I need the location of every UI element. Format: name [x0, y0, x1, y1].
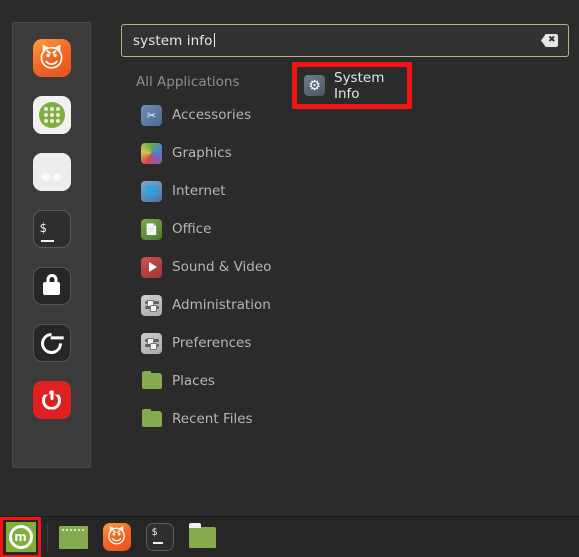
taskbar-item-files[interactable] — [181, 517, 224, 557]
all-applications-header: All Applications — [136, 74, 240, 90]
taskbar-separator — [47, 523, 48, 551]
gear-icon: ⚙ — [304, 75, 325, 96]
search-result-system-info[interactable]: ⚙ System Info — [299, 69, 405, 102]
category-item-administration[interactable]: Administration — [121, 286, 291, 324]
category-label: Internet — [172, 183, 226, 199]
category-label: Preferences — [172, 335, 252, 351]
taskbar-item-text-editor[interactable] — [52, 517, 95, 557]
category-label: Graphics — [172, 145, 232, 161]
category-list: All Applications ✂ Accessories Graphics … — [121, 68, 291, 438]
text-editor-icon — [59, 525, 88, 549]
logout-icon — [36, 328, 67, 358]
document-icon: 📄 — [141, 218, 162, 240]
search-result-label: System Info — [334, 69, 385, 102]
favorite-software-manager-button[interactable] — [32, 96, 71, 134]
favorite-power-button[interactable] — [32, 381, 71, 419]
category-label: Office — [172, 221, 212, 237]
sliders-icon — [141, 332, 162, 354]
category-item-preferences[interactable]: Preferences — [121, 324, 291, 362]
favorite-lock-button[interactable] — [32, 267, 71, 305]
category-item-graphics[interactable]: Graphics — [121, 134, 291, 172]
taskbar-item-terminal[interactable]: $ — [138, 517, 181, 557]
favorite-settings-button[interactable] — [32, 153, 71, 191]
lock-icon — [43, 274, 60, 295]
sliders-icon — [141, 294, 162, 316]
file-manager-icon — [189, 522, 216, 548]
firefox-icon: 😈 — [38, 43, 65, 73]
folder-icon — [141, 370, 162, 392]
category-item-accessories[interactable]: ✂ Accessories — [121, 96, 291, 134]
scissors-icon: ✂ — [141, 104, 162, 126]
desktop-screen: 😈 $ system info ✖ All Applications ✂ Acc… — [0, 0, 579, 557]
category-label: Sound & Video — [172, 259, 272, 275]
clear-search-icon[interactable]: ✖ — [541, 34, 558, 47]
search-input[interactable]: system info ✖ — [121, 24, 569, 57]
application-menu-window: 😈 $ system info ✖ All Applications ✂ Acc… — [0, 0, 579, 516]
category-label: Accessories — [172, 107, 252, 123]
folder-icon — [141, 408, 162, 430]
favorite-firefox-button[interactable]: 😈 — [32, 39, 71, 77]
category-item-sound-video[interactable]: Sound & Video — [121, 248, 291, 286]
category-item-internet[interactable]: 🌐 Internet — [121, 172, 291, 210]
category-item-recent-files[interactable]: Recent Files — [121, 400, 291, 438]
color-wheel-icon — [141, 142, 162, 164]
terminal-icon: $ — [39, 220, 47, 235]
taskbar: m 😈 $ — [0, 516, 579, 557]
favorite-logout-button[interactable] — [32, 324, 71, 362]
menu-button[interactable]: m — [0, 516, 41, 557]
category-item-office[interactable]: 📄 Office — [121, 210, 291, 248]
search-input-value: system info — [133, 33, 541, 49]
favorite-terminal-button[interactable]: $ — [32, 210, 71, 248]
taskbar-item-firefox[interactable]: 😈 — [95, 517, 138, 557]
category-label: Recent Files — [172, 411, 253, 427]
favorites-sidebar: 😈 $ — [12, 22, 91, 468]
terminal-icon: $ — [145, 523, 174, 551]
linux-mint-logo-icon: m — [5, 522, 36, 552]
menu-button-glyph: m — [8, 525, 33, 549]
globe-icon: 🌐 — [141, 180, 162, 202]
software-manager-icon — [38, 102, 65, 128]
category-item-places[interactable]: Places — [121, 362, 291, 400]
firefox-icon: 😈 — [102, 523, 131, 551]
category-label: Administration — [172, 297, 271, 313]
category-label: Places — [172, 373, 215, 389]
play-icon — [141, 256, 162, 278]
power-icon — [42, 390, 61, 410]
